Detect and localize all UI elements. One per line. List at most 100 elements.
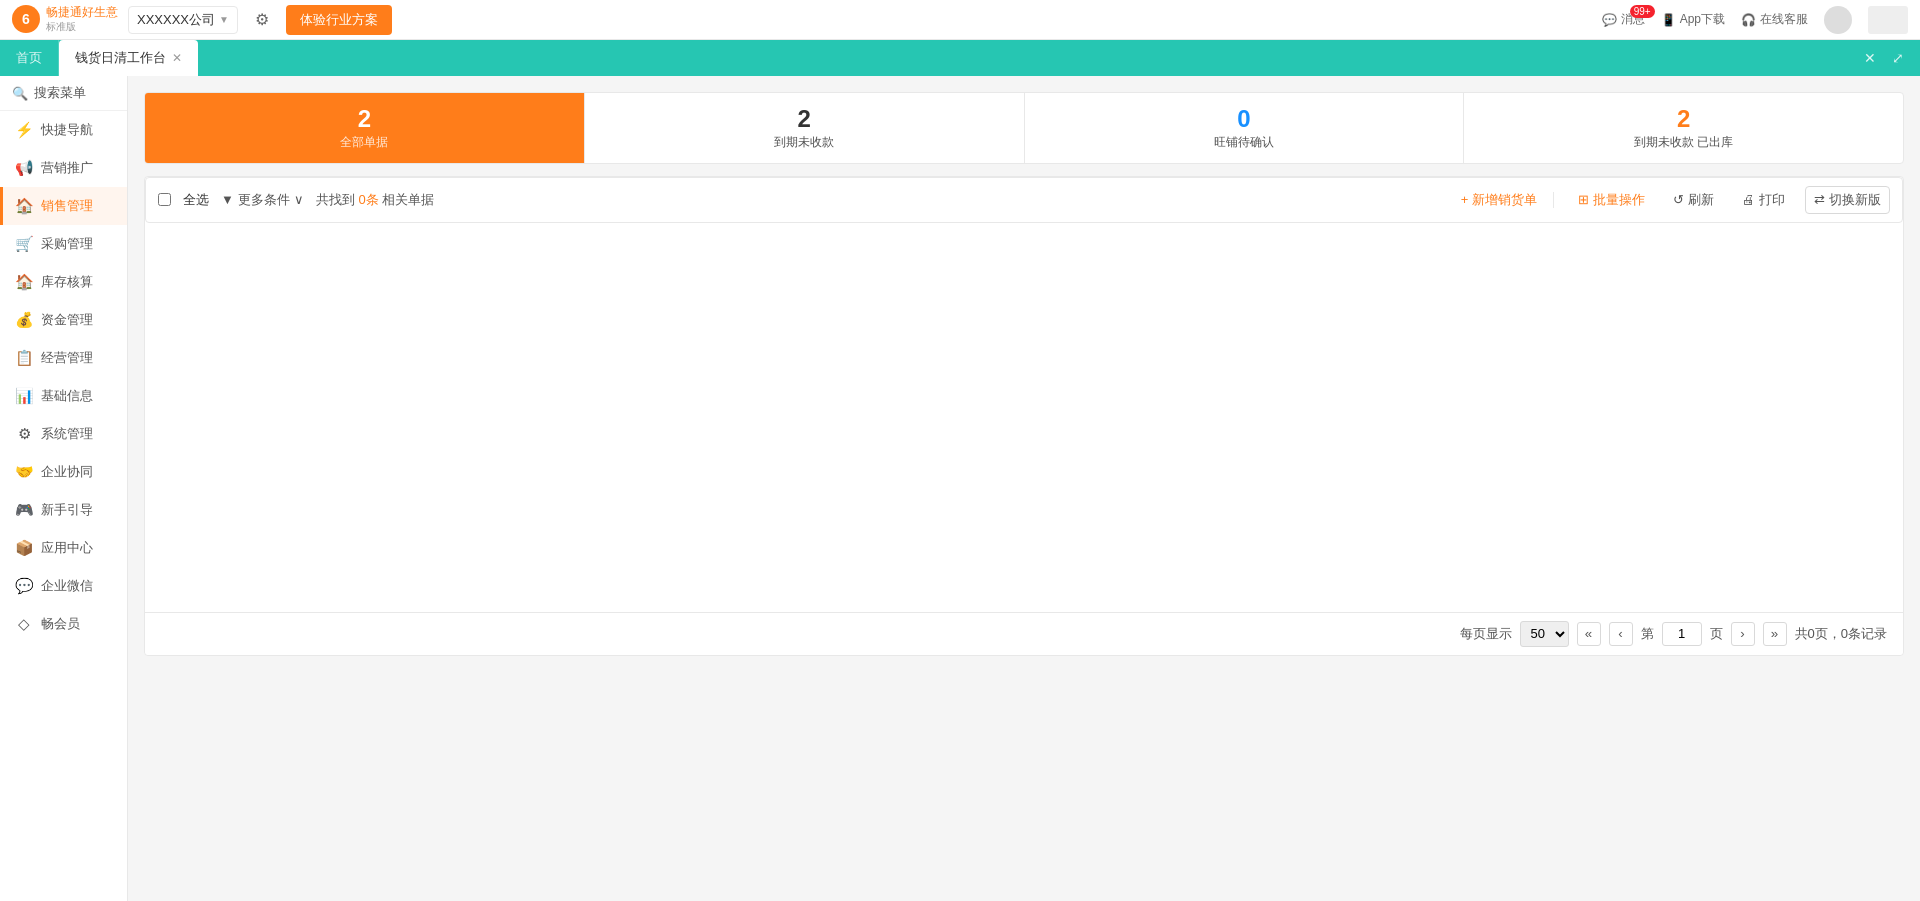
sidebar-item-basic-info[interactable]: 📊 基础信息 [0, 377, 127, 415]
house-icon: 🏠 [15, 273, 33, 291]
sidebar-item-label: 营销推广 [41, 159, 93, 177]
stats-bar: 2 全部单据 2 到期未收款 0 旺铺待确认 2 到期未收款 已出库 [144, 92, 1904, 164]
table-empty-state [145, 231, 1903, 612]
phone-icon: 📱 [1661, 13, 1676, 27]
stat-card-pending[interactable]: 0 旺铺待确认 [1025, 93, 1465, 163]
sidebar-item-label: 基础信息 [41, 387, 93, 405]
found-text: 共找到 0条 相关单据 [316, 191, 434, 209]
per-page-label: 每页显示 [1460, 625, 1512, 643]
prev-page-button[interactable]: ‹ [1609, 622, 1633, 646]
headset-icon: 🎧 [1741, 13, 1756, 27]
home-icon: 🏠 [15, 197, 33, 215]
online-service-label: 在线客服 [1760, 11, 1808, 28]
sidebar-item-wechat[interactable]: 💬 企业微信 [0, 567, 127, 605]
trial-button[interactable]: 体验行业方案 [286, 5, 392, 35]
stat-card-shipped[interactable]: 2 到期未收款 已出库 [1464, 93, 1903, 163]
stat-card-all[interactable]: 2 全部单据 [145, 93, 585, 163]
switch-version-button[interactable]: ⇄ 切换新版 [1805, 186, 1890, 214]
stat-label-all: 全部单据 [161, 134, 568, 151]
sidebar-item-label: 企业微信 [41, 577, 93, 595]
sidebar-item-label: 系统管理 [41, 425, 93, 443]
sidebar-item-quick-nav[interactable]: ⚡ 快捷导航 [0, 111, 127, 149]
page-input[interactable] [1662, 622, 1702, 646]
sidebar-item-app-center[interactable]: 📦 应用中心 [0, 529, 127, 567]
sidebar-item-inventory[interactable]: 🏠 库存核算 [0, 263, 127, 301]
select-all-label: 全选 [183, 191, 209, 209]
app-download-label: App下载 [1680, 11, 1725, 28]
more-filters-label: 更多条件 [238, 191, 290, 209]
found-count: 0条 [359, 192, 379, 207]
stat-label-pending: 旺铺待确认 [1041, 134, 1448, 151]
header-right: 💬 消息 99+ 📱 App下载 🎧 在线客服 [1602, 6, 1908, 34]
batch-label: 批量操作 [1593, 191, 1645, 209]
stat-card-overdue[interactable]: 2 到期未收款 [585, 93, 1025, 163]
select-all-checkbox[interactable] [158, 193, 171, 206]
gear-icon: ⚙ [15, 425, 33, 443]
company-name: XXXXXX公司 [137, 11, 215, 29]
sidebar-item-operations[interactable]: 📋 经营管理 [0, 339, 127, 377]
online-service-button[interactable]: 🎧 在线客服 [1741, 11, 1808, 28]
logo-text-area: 畅捷通好生意 标准版 [46, 5, 118, 33]
top-header: 6 畅捷通好生意 标准版 XXXXXX公司 ▼ ⚙ 体验行业方案 💬 消息 99… [0, 0, 1920, 40]
sidebar-item-marketing[interactable]: 📢 营销推广 [0, 149, 127, 187]
table-icon: 📊 [15, 387, 33, 405]
logo-name: 畅捷通好生意 [46, 5, 118, 19]
tab-home-label: 首页 [16, 49, 42, 67]
sidebar-item-member[interactable]: ◇ 畅会员 [0, 605, 127, 643]
header-left: 6 畅捷通好生意 标准版 XXXXXX公司 ▼ ⚙ 体验行业方案 [12, 5, 392, 35]
refresh-button[interactable]: ↺ 刷新 [1665, 187, 1722, 213]
wechat-icon: 💬 [15, 577, 33, 595]
tab-expand-icon[interactable]: ⤢ [1888, 48, 1908, 68]
sidebar-item-label: 采购管理 [41, 235, 93, 253]
tab-workbench-label: 钱货日清工作台 [75, 49, 166, 67]
first-page-button[interactable]: « [1577, 622, 1601, 646]
logo-badge: 标准版 [46, 20, 118, 34]
tab-bar: 首页 钱货日清工作台 ✕ ✕ ⤢ [0, 40, 1920, 76]
search-menu[interactable]: 🔍 搜索菜单 [0, 76, 127, 111]
sidebar-item-finance[interactable]: 💰 资金管理 [0, 301, 127, 339]
found-suffix: 相关单据 [382, 192, 434, 207]
search-icon: 🔍 [12, 86, 28, 101]
tab-close-all-icon[interactable]: ✕ [1860, 48, 1880, 68]
toolbar-right: + 新增销货单 ⊞ 批量操作 ↺ 刷新 🖨 打印 ⇄ 切换新版 [1461, 186, 1890, 214]
more-filters-button[interactable]: ▼ 更多条件 ∨ [221, 191, 304, 209]
next-page-button[interactable]: › [1731, 622, 1755, 646]
money-icon: 💰 [15, 311, 33, 329]
avatar[interactable] [1824, 6, 1852, 34]
per-page-select[interactable]: 50 [1520, 621, 1569, 647]
print-button[interactable]: 🖨 打印 [1734, 187, 1793, 213]
total-info: 共0页，0条记录 [1795, 625, 1887, 643]
batch-operation-button[interactable]: ⊞ 批量操作 [1570, 187, 1653, 213]
company-selector[interactable]: XXXXXX公司 ▼ [128, 6, 238, 34]
app-download-button[interactable]: 📱 App下载 [1661, 11, 1725, 28]
cart-icon: 🛒 [15, 235, 33, 253]
message-button[interactable]: 💬 消息 99+ [1602, 11, 1645, 28]
handshake-icon: 🤝 [15, 463, 33, 481]
table-toolbar: 全选 ▼ 更多条件 ∨ 共找到 0条 相关单据 + 新增销货单 ⊞ 批量操作 [145, 177, 1903, 223]
sidebar-item-sales[interactable]: 🏠 销售管理 [0, 187, 127, 225]
sidebar-item-label: 应用中心 [41, 539, 93, 557]
refresh-label: 刷新 [1688, 191, 1714, 209]
sidebar-item-purchase[interactable]: 🛒 采购管理 [0, 225, 127, 263]
sidebar-item-system[interactable]: ⚙ 系统管理 [0, 415, 127, 453]
message-badge: 99+ [1630, 5, 1655, 18]
pagination-bar: 每页显示 50 « ‹ 第 页 › » 共0页，0条记录 [145, 612, 1903, 655]
logo-icon: 6 [12, 5, 40, 33]
settings-button[interactable]: ⚙ [248, 6, 276, 34]
tab-home[interactable]: 首页 [0, 40, 59, 76]
filter-icon: ▼ [221, 192, 234, 207]
stat-label-overdue: 到期未收款 [601, 134, 1008, 151]
sidebar-item-label: 库存核算 [41, 273, 93, 291]
diamond-icon: ◇ [15, 615, 33, 633]
sidebar-item-enterprise[interactable]: 🤝 企业协同 [0, 453, 127, 491]
chevron-icon: ∨ [294, 192, 304, 207]
add-sales-order-button[interactable]: + 新增销货单 [1461, 191, 1537, 209]
tab-workbench[interactable]: 钱货日清工作台 ✕ [59, 40, 198, 76]
last-page-button[interactable]: » [1763, 622, 1787, 646]
print-icon: 🖨 [1742, 192, 1755, 207]
found-prefix: 共找到 [316, 192, 355, 207]
tab-close-icon[interactable]: ✕ [172, 51, 182, 65]
sidebar-item-label: 企业协同 [41, 463, 93, 481]
sidebar-item-beginner[interactable]: 🎮 新手引导 [0, 491, 127, 529]
page-label: 第 [1641, 625, 1654, 643]
